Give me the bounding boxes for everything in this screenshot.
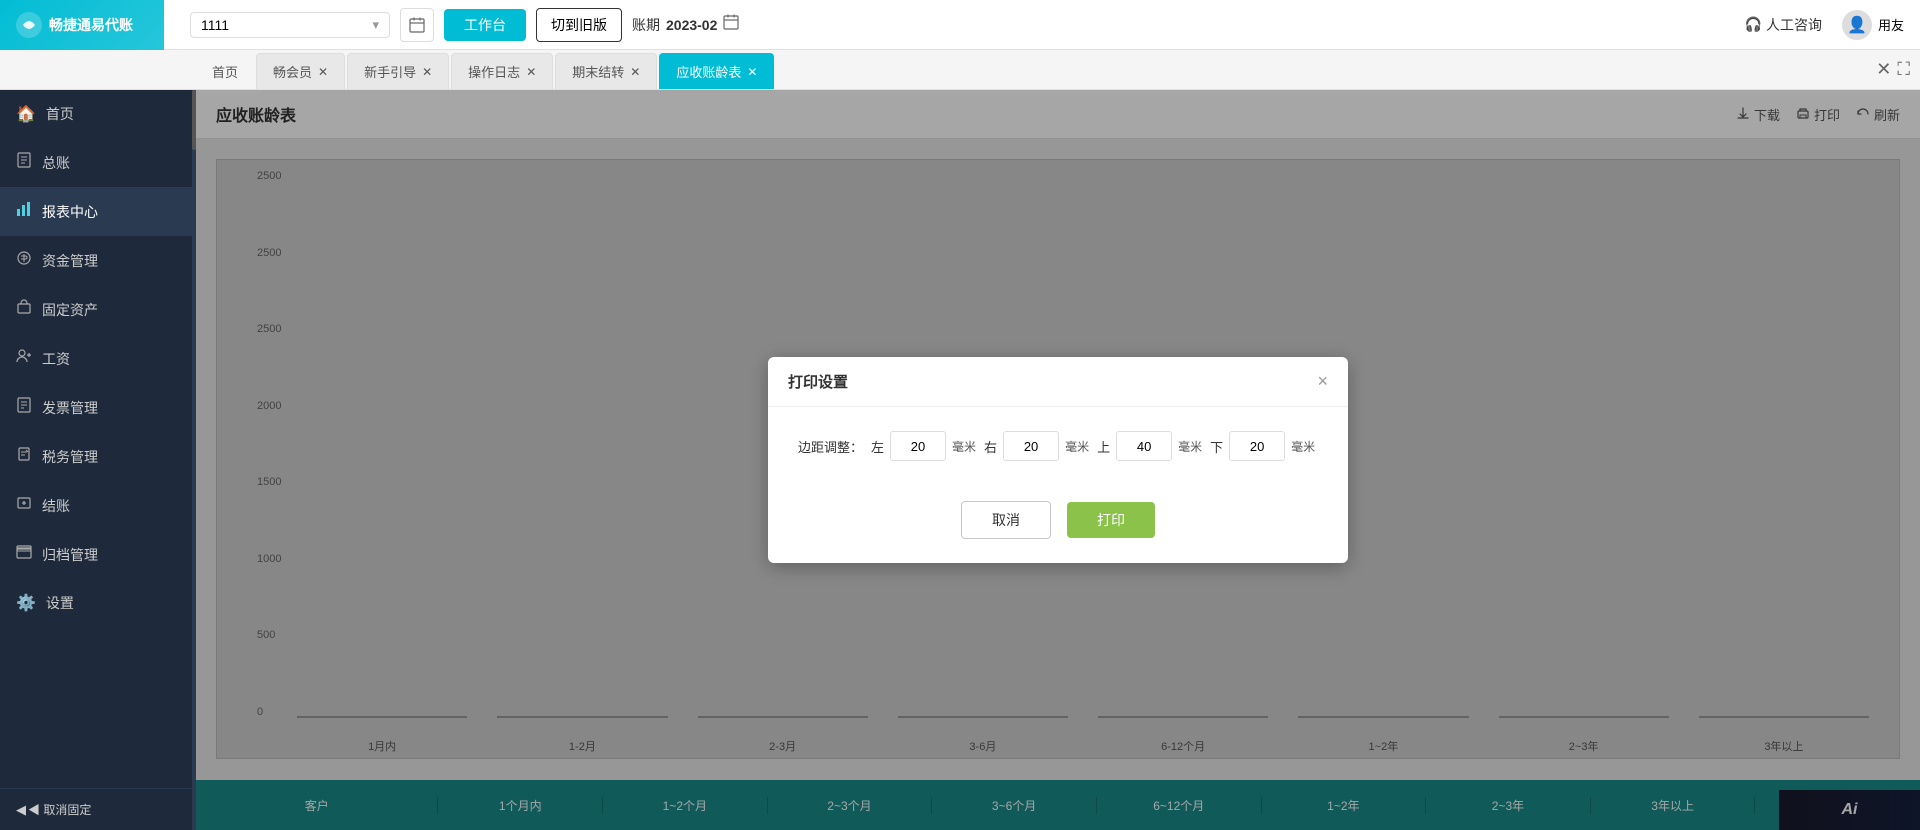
home-icon: 🏠: [16, 104, 36, 124]
close-all-tabs-icon[interactable]: ✕: [1876, 59, 1891, 80]
tab-home[interactable]: 首页: [196, 53, 254, 89]
cancel-button[interactable]: 取消: [961, 501, 1051, 539]
modal-title: 打印设置: [788, 371, 848, 392]
modal-body: 边距调整： 左 毫米 右 毫米: [768, 407, 1348, 485]
consult-button[interactable]: 🎧 人工咨询: [1745, 15, 1822, 35]
company-selector[interactable]: 1111 ▾: [190, 12, 390, 38]
period-area: 账期 2023-02: [632, 14, 739, 35]
top-unit: 毫米: [1178, 438, 1202, 455]
sidebar-item-ledger[interactable]: 总账: [0, 138, 196, 187]
sidebar-item-assets[interactable]: 固定资产: [0, 285, 196, 334]
sidebar-item-settings[interactable]: ⚙️ 设置: [0, 579, 196, 627]
tab-close-member[interactable]: ✕: [318, 65, 328, 79]
period-calendar-icon[interactable]: [723, 14, 739, 35]
sidebar-item-reports[interactable]: 报表中心: [0, 187, 196, 236]
funds-icon: [16, 250, 32, 271]
dropdown-arrow-icon: ▾: [372, 17, 379, 33]
sidebar: 🏠 首页 总账: [0, 90, 196, 830]
margin-form-row: 边距调整： 左 毫米 右 毫米: [798, 431, 1318, 461]
right-margin-input[interactable]: [1003, 431, 1059, 461]
margin-label: 边距调整：: [798, 437, 863, 456]
bottom-unit: 毫米: [1291, 438, 1315, 455]
sidebar-item-funds[interactable]: 资金管理: [0, 236, 196, 285]
switch-version-button[interactable]: 切到旧版: [536, 8, 622, 42]
top-margin-input[interactable]: [1116, 431, 1172, 461]
maximize-tab-icon[interactable]: ⛶: [1897, 59, 1910, 80]
right-unit: 毫米: [1065, 438, 1089, 455]
right-margin-group: 右 毫米: [984, 431, 1089, 461]
user-area[interactable]: 👤 用友: [1842, 10, 1904, 40]
sidebar-item-close[interactable]: 结账: [0, 481, 196, 530]
reports-icon: [16, 201, 32, 222]
assets-icon: [16, 299, 32, 320]
bottom-margin-label: 下: [1210, 437, 1223, 456]
bottom-margin-input[interactable]: [1229, 431, 1285, 461]
tab-period-end[interactable]: 期末结转 ✕: [555, 53, 657, 89]
print-settings-modal: 打印设置 × 边距调整： 左 毫米 右: [768, 357, 1348, 563]
sidebar-item-invoice[interactable]: 发票管理: [0, 383, 196, 432]
tab-oplog[interactable]: 操作日志 ✕: [451, 53, 553, 89]
calendar-icon-btn[interactable]: [400, 8, 434, 42]
top-margin-group: 上 毫米: [1097, 431, 1202, 461]
top-label: 上: [1097, 437, 1110, 456]
tab-close-guide[interactable]: ✕: [422, 65, 432, 79]
sidebar-item-tax[interactable]: 税务管理: [0, 432, 196, 481]
app-logo: 畅捷通易代账: [0, 0, 164, 50]
tab-close-ar-aging[interactable]: ✕: [747, 65, 757, 79]
sidebar-item-payroll[interactable]: 工资: [0, 334, 196, 383]
ledger-icon: [16, 152, 32, 173]
user-avatar: 👤: [1842, 10, 1872, 40]
right-label: 右: [984, 437, 997, 456]
archive-icon: [16, 544, 32, 565]
left-margin-group: 左 毫米: [871, 431, 976, 461]
left-label: 左: [871, 437, 884, 456]
left-unit: 毫米: [952, 438, 976, 455]
left-margin-input[interactable]: [890, 431, 946, 461]
sidebar-item-archive[interactable]: 归档管理: [0, 530, 196, 579]
tab-ar-aging[interactable]: 应收账龄表 ✕: [659, 53, 774, 89]
content-area: 应收账龄表 下载: [196, 90, 1920, 830]
modal-close-button[interactable]: ×: [1317, 371, 1328, 392]
tab-member[interactable]: 畅会员 ✕: [256, 53, 345, 89]
collapse-icon: ◀: [16, 802, 26, 818]
bottom-margin-group: 下 毫米: [1210, 431, 1315, 461]
modal-overlay: 打印设置 × 边距调整： 左 毫米 右: [196, 90, 1920, 830]
payroll-icon: [16, 348, 32, 369]
sidebar-item-home[interactable]: 🏠 首页: [0, 90, 196, 138]
tab-guide[interactable]: 新手引导 ✕: [347, 53, 449, 89]
modal-header: 打印设置 ×: [768, 357, 1348, 407]
headset-icon: 🎧: [1745, 16, 1762, 33]
sidebar-collapse-button[interactable]: ◀ ◀ 取消固定: [0, 788, 196, 830]
workbench-button[interactable]: 工作台: [444, 9, 526, 41]
close-books-icon: [16, 495, 32, 516]
tax-icon: [16, 446, 32, 467]
confirm-print-button[interactable]: 打印: [1067, 502, 1155, 538]
tab-close-period-end[interactable]: ✕: [630, 65, 640, 79]
invoice-icon: [16, 397, 32, 418]
tab-close-oplog[interactable]: ✕: [526, 65, 536, 79]
settings-icon: ⚙️: [16, 593, 36, 613]
modal-footer: 取消 打印: [768, 485, 1348, 563]
tabs-bar: 首页 畅会员 ✕ 新手引导 ✕ 操作日志 ✕ 期末结转 ✕ 应收账龄表 ✕ ✕ …: [0, 50, 1920, 90]
